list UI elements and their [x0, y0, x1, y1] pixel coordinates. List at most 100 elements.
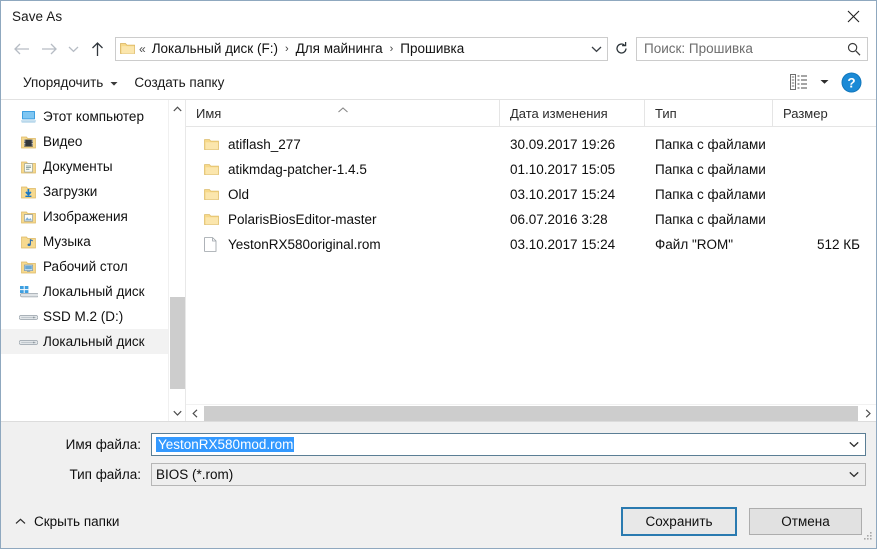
sidebar-item-label: Документы — [43, 159, 113, 174]
sidebar-scroll-thumb[interactable] — [170, 297, 185, 389]
downloads-folder-icon — [17, 185, 39, 199]
filename-input[interactable]: YestonRX580mod.rom — [152, 437, 843, 452]
chevron-down-icon — [110, 75, 118, 90]
file-name-cell: atikmdag-patcher-1.4.5 — [186, 162, 500, 177]
file-date-cell: 03.10.2017 15:24 — [510, 187, 616, 202]
up-one-level-button[interactable] — [83, 36, 111, 62]
breadcrumb-item-2[interactable]: Прошивка — [397, 41, 467, 56]
forward-button[interactable] — [35, 36, 63, 62]
sidebar-item-local-disk-c[interactable]: Локальный диск — [1, 279, 185, 304]
pictures-folder-icon — [17, 210, 39, 224]
sidebar-item-desktop[interactable]: Рабочий стол — [1, 254, 185, 279]
folder-icon — [204, 138, 228, 151]
recent-locations-button[interactable] — [63, 36, 83, 62]
system-drive-icon — [17, 285, 39, 299]
back-button[interactable] — [7, 36, 35, 62]
table-row[interactable]: PolarisBiosEditor-master 06.07.2016 3:28… — [186, 207, 876, 232]
column-header-size[interactable]: Размер — [773, 100, 876, 126]
breadcrumb-item-0[interactable]: Локальный диск (F:) — [149, 41, 281, 56]
filetype-label: Тип файла: — [69, 467, 141, 482]
sidebar-item-label: Рабочий стол — [43, 259, 128, 274]
this-pc-icon — [17, 110, 39, 124]
hide-folders-toggle[interactable]: Скрыть папки — [15, 514, 119, 529]
search-icon[interactable] — [841, 42, 867, 56]
filetype-combobox[interactable]: BIOS (*.rom) — [151, 463, 866, 486]
sidebar-item-music[interactable]: Музыка — [1, 229, 185, 254]
breadcrumb-separator: › — [389, 42, 394, 55]
filename-label: Имя файла: — [65, 437, 141, 452]
column-header-label: Размер — [783, 105, 828, 121]
new-folder-label: Создать папку — [134, 74, 225, 90]
table-row[interactable]: Old 03.10.2017 15:24 Папка с файлами — [186, 182, 876, 207]
file-name-cell: YestonRX580original.rom — [186, 237, 500, 252]
sidebar-vertical-scrollbar[interactable] — [168, 100, 185, 421]
table-row[interactable]: YestonRX580original.rom 03.10.2017 15:24… — [186, 232, 876, 257]
file-name-cell: PolarisBiosEditor-master — [186, 212, 500, 227]
refresh-button[interactable] — [608, 37, 634, 61]
view-dropdown-button[interactable] — [814, 69, 834, 95]
sidebar-item-videos[interactable]: Видео — [1, 129, 185, 154]
file-name-label: atiflash_277 — [228, 137, 301, 152]
close-icon — [847, 10, 859, 23]
sidebar-item-ssd-d[interactable]: SSD M.2 (D:) — [1, 304, 185, 329]
window-title: Save As — [12, 9, 63, 24]
file-date-cell: 06.07.2016 3:28 — [510, 212, 608, 227]
sort-ascending-caret — [337, 101, 348, 116]
sidebar-item-local-disk-f[interactable]: Локальный диск — [1, 329, 185, 354]
filename-dropdown-button[interactable] — [843, 434, 865, 455]
help-button[interactable]: ? — [834, 69, 868, 95]
save-form: Имя файла: YestonRX580mod.rom Тип файла:… — [1, 421, 876, 494]
table-row[interactable]: atiflash_277 30.09.2017 19:26 Папка с фа… — [186, 132, 876, 157]
horizontal-scroll-thumb[interactable] — [204, 405, 858, 421]
breadcrumb-dropdown-button[interactable] — [585, 38, 607, 60]
organize-button[interactable]: Упорядочить — [15, 69, 126, 95]
chevron-down-icon — [820, 80, 828, 84]
breadcrumb-item-1[interactable]: Для майнинга — [293, 41, 386, 56]
chevron-down-icon — [849, 441, 859, 448]
filename-row: Имя файла: YestonRX580mod.rom — [11, 433, 866, 456]
sidebar-item-this-pc[interactable]: Этот компьютер — [1, 104, 185, 129]
sidebar-item-label: Загрузки — [43, 184, 98, 199]
table-row[interactable]: atikmdag-patcher-1.4.5 01.10.2017 15:05 … — [186, 157, 876, 182]
scroll-right-button[interactable] — [859, 405, 876, 422]
sidebar-item-downloads[interactable]: Загрузки — [1, 179, 185, 204]
column-header-label: Дата изменения — [510, 105, 608, 121]
column-header-date-modified[interactable]: Дата изменения — [500, 100, 645, 126]
file-date-cell: 01.10.2017 15:05 — [510, 162, 616, 177]
column-header-label: Имя — [196, 105, 222, 121]
filetype-dropdown-button[interactable] — [843, 464, 865, 485]
breadcrumb-separator: › — [284, 42, 289, 55]
save-button[interactable]: Сохранить — [621, 506, 737, 536]
search-input[interactable]: Поиск: Прошивка — [637, 41, 841, 56]
sidebar-item-label: Видео — [43, 134, 83, 149]
new-folder-button[interactable]: Создать папку — [126, 69, 232, 95]
breadcrumb[interactable]: « Локальный диск (F:) › Для майнинга › П… — [115, 36, 608, 61]
chevron-down-icon — [849, 471, 859, 478]
command-toolbar: Упорядочить Создать папку ? — [1, 65, 876, 99]
cancel-button[interactable]: Отмена — [749, 507, 862, 535]
sidebar-item-label: Локальный диск — [43, 284, 145, 299]
hide-folders-label: Скрыть папки — [34, 513, 120, 529]
column-header-name[interactable]: Имя — [186, 100, 500, 126]
scroll-down-button[interactable] — [169, 404, 185, 421]
filename-combobox[interactable]: YestonRX580mod.rom — [151, 433, 866, 456]
sidebar-item-pictures[interactable]: Изображения — [1, 204, 185, 229]
svg-text:?: ? — [847, 75, 855, 90]
change-view-button[interactable] — [784, 69, 814, 95]
column-header-type[interactable]: Тип — [645, 100, 773, 126]
folder-icon — [204, 188, 228, 201]
close-button[interactable] — [830, 1, 876, 32]
file-list-horizontal-scrollbar[interactable] — [186, 404, 876, 421]
resize-grip-icon[interactable] — [861, 528, 873, 546]
scroll-up-button[interactable] — [169, 100, 185, 117]
file-name-label: Old — [228, 187, 250, 202]
chevron-down-icon — [591, 46, 601, 52]
breadcrumb-overflow[interactable]: « — [138, 42, 149, 56]
file-type-cell: Папка с файлами — [655, 187, 766, 202]
search-box[interactable]: Поиск: Прошивка — [636, 36, 868, 61]
title-bar: Save As — [1, 1, 876, 32]
sidebar-item-documents[interactable]: Документы — [1, 154, 185, 179]
chevron-up-icon — [15, 517, 26, 525]
scroll-left-button[interactable] — [186, 405, 203, 422]
filetype-value[interactable]: BIOS (*.rom) — [152, 467, 843, 482]
